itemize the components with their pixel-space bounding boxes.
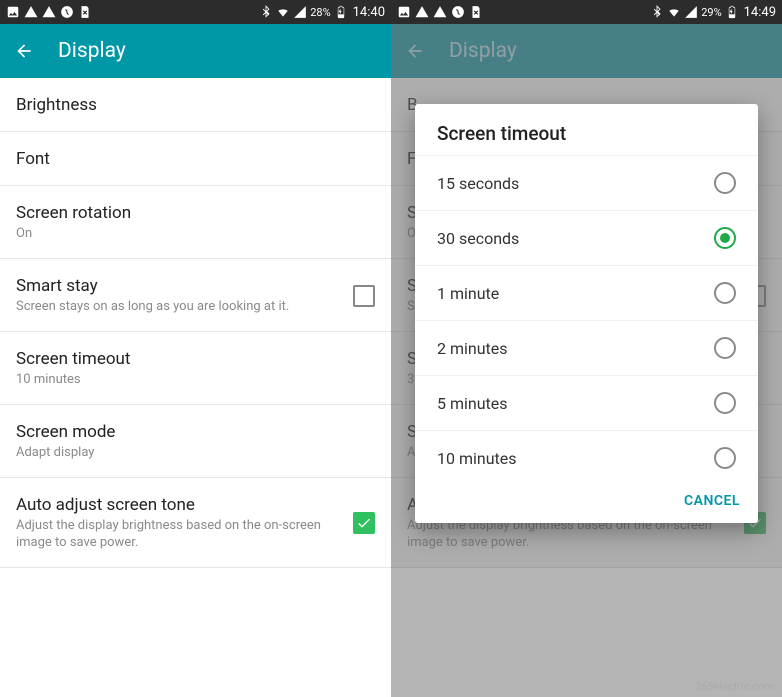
status-bar: 28% 14:40	[0, 0, 391, 24]
dialog-option-label: 1 minute	[437, 284, 499, 303]
setting-sub: Screen stays on as long as you are looki…	[16, 299, 341, 316]
dialog-option-label: 2 minutes	[437, 339, 508, 358]
dialog-option-label: 5 minutes	[437, 394, 508, 413]
setting-sub: Adjust the display brightness based on t…	[16, 518, 341, 552]
setting-title: Screen rotation	[16, 202, 375, 224]
watermark: 365electric.com	[695, 680, 774, 693]
shazam-icon	[451, 5, 465, 19]
setting-brightness[interactable]: Brightness	[0, 78, 391, 132]
back-arrow-icon[interactable]	[14, 41, 34, 61]
dialog-option-label: 30 seconds	[437, 229, 519, 248]
phone-right: 29% 14:49 Display B F S O	[391, 0, 782, 697]
radio-unchecked[interactable]	[714, 337, 736, 359]
dialog-option-1m[interactable]: 1 minute	[415, 265, 758, 320]
bluetooth-icon	[650, 5, 664, 19]
shazam-icon	[60, 5, 74, 19]
dialog-option-10m[interactable]: 10 minutes	[415, 430, 758, 485]
back-arrow-icon	[405, 41, 425, 61]
screen-timeout-dialog: Screen timeout 15 seconds 30 seconds 1 m…	[415, 104, 758, 523]
dialog-option-5m[interactable]: 5 minutes	[415, 375, 758, 430]
app-title: Display	[449, 39, 517, 63]
warning-icon	[24, 5, 38, 19]
clock: 14:49	[744, 5, 776, 20]
setting-sub: Adapt display	[16, 445, 375, 462]
clock: 14:40	[353, 5, 385, 20]
battery-percent: 28%	[310, 6, 330, 19]
wifi-icon	[276, 5, 290, 19]
radio-unchecked[interactable]	[714, 282, 736, 304]
dialog-option-15s[interactable]: 15 seconds	[415, 155, 758, 210]
setting-title: Screen timeout	[16, 348, 375, 370]
warning-icon	[42, 5, 56, 19]
dialog-option-label: 15 seconds	[437, 174, 519, 193]
wifi-icon	[667, 5, 681, 19]
setting-sub: 10 minutes	[16, 372, 375, 389]
app-bar: Display	[0, 24, 391, 78]
cancel-button[interactable]: CANCEL	[684, 493, 740, 509]
checkbox-unchecked[interactable]	[353, 285, 375, 307]
image-icon	[397, 5, 411, 19]
setting-title: Screen mode	[16, 421, 375, 443]
setting-smart-stay[interactable]: Smart stay Screen stays on as long as yo…	[0, 259, 391, 332]
setting-screen-mode[interactable]: Screen mode Adapt display	[0, 405, 391, 478]
radio-unchecked[interactable]	[714, 392, 736, 414]
battery-icon	[334, 5, 348, 19]
app-title: Display	[58, 39, 126, 63]
setting-title: Brightness	[16, 94, 375, 116]
warning-icon	[415, 5, 429, 19]
setting-sub: Adjust the display brightness based on t…	[407, 518, 732, 552]
setting-title: Smart stay	[16, 275, 341, 297]
app-bar: Display	[391, 24, 782, 78]
dialog-option-30s[interactable]: 30 seconds	[415, 210, 758, 265]
signal-icon	[684, 5, 698, 19]
phone-left: 28% 14:40 Display Brightness Font	[0, 0, 391, 697]
dialog-title: Screen timeout	[415, 122, 758, 155]
setting-screen-timeout[interactable]: Screen timeout 10 minutes	[0, 332, 391, 405]
checkbox-checked[interactable]	[353, 512, 375, 534]
warning-icon	[433, 5, 447, 19]
radio-unchecked[interactable]	[714, 447, 736, 469]
status-bar: 29% 14:49	[391, 0, 782, 24]
signal-icon	[293, 5, 307, 19]
radio-checked[interactable]	[714, 227, 736, 249]
setting-title: Font	[16, 148, 375, 170]
dialog-option-label: 10 minutes	[437, 449, 517, 468]
setting-title: Auto adjust screen tone	[16, 494, 341, 516]
setting-font[interactable]: Font	[0, 132, 391, 186]
bluetooth-icon	[259, 5, 273, 19]
file-x-icon	[78, 5, 92, 19]
battery-icon	[725, 5, 739, 19]
image-icon	[6, 5, 20, 19]
battery-percent: 29%	[701, 6, 721, 19]
setting-auto-adjust-tone[interactable]: Auto adjust screen tone Adjust the displ…	[0, 478, 391, 568]
dialog-option-2m[interactable]: 2 minutes	[415, 320, 758, 375]
radio-unchecked[interactable]	[714, 172, 736, 194]
setting-sub: On	[16, 226, 375, 243]
setting-screen-rotation[interactable]: Screen rotation On	[0, 186, 391, 259]
settings-list: Brightness Font Screen rotation On Smart…	[0, 78, 391, 568]
file-x-icon	[469, 5, 483, 19]
